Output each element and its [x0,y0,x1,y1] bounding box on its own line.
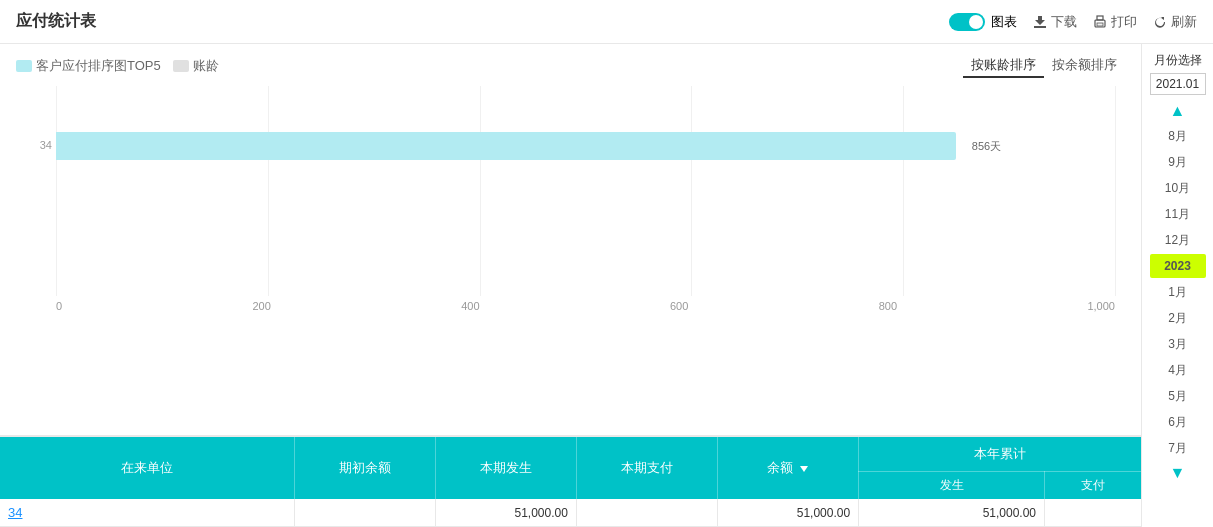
col-balance: 余额 [718,437,859,499]
x-label-1: 200 [253,300,271,312]
scroll-up-button[interactable]: ▲ [1168,101,1188,121]
sidebar-title: 月份选择 [1154,52,1202,69]
col-current-occur: 本期发生 [435,437,576,499]
col-current-pay: 本期支付 [576,437,717,499]
grid-line-0 [56,86,57,296]
bar-fill-0: 856天 [56,132,956,160]
download-label: 下载 [1051,13,1077,31]
month-item-6[interactable]: 6月 [1150,410,1206,434]
header-actions: 图表 下载 打印 刷新 [949,13,1197,31]
right-sidebar: 月份选择 ▲ 8月 9月 10月 11月 12月 2023 1月 2月 3月 4… [1141,44,1213,527]
toggle-thumb [969,15,983,29]
svg-marker-4 [800,466,808,472]
cell-balance: 51,000.00 [718,499,859,527]
refresh-button[interactable]: 刷新 [1153,13,1197,31]
y-label: 34 [40,139,52,151]
year-marker-2023: 2023 [1150,254,1206,278]
chart-legend: 客户应付排序图TOP5 账龄 [16,57,219,75]
header: 应付统计表 图表 下载 打印 刷新 [0,0,1213,44]
grid-line-3 [691,86,692,296]
legend-item-2: 账龄 [173,57,219,75]
grid-line-2 [480,86,481,296]
chart-inner: 856天 [56,86,1115,296]
refresh-icon [1153,15,1167,29]
bar-end-label-0: 856天 [972,139,1001,154]
page-title: 应付统计表 [16,11,96,32]
legend-color-1 [16,60,32,72]
cell-opening [294,499,435,527]
legend-label-1: 客户应付排序图TOP5 [36,57,161,75]
legend-item-1: 客户应付排序图TOP5 [16,57,161,75]
cell-unit: 34 [0,499,294,527]
x-label-4: 800 [879,300,897,312]
svg-rect-2 [1097,16,1103,20]
print-button[interactable]: 打印 [1093,13,1137,31]
col-ytd: 本年累计 [859,437,1141,472]
cell-ytd-pay [1045,499,1141,527]
content-area: 客户应付排序图TOP5 账龄 按账龄排序 按余额排序 [0,44,1213,527]
legend-color-2 [173,60,189,72]
month-item-11[interactable]: 11月 [1150,202,1206,226]
y-axis: 34 [16,86,56,296]
x-label-0: 0 [56,300,62,312]
toggle-track[interactable] [949,13,985,31]
col-opening: 期初余额 [294,437,435,499]
legend-label-2: 账龄 [193,57,219,75]
svg-rect-3 [1097,23,1103,26]
grid-line-4 [903,86,904,296]
svg-rect-0 [1034,26,1046,28]
x-axis: 0 200 400 600 800 1,000 [56,296,1115,326]
grid-line-1 [268,86,269,296]
left-panel: 客户应付排序图TOP5 账龄 按账龄排序 按余额排序 [0,44,1141,527]
download-icon [1033,15,1047,29]
chart-header: 客户应付排序图TOP5 账龄 按账龄排序 按余额排序 [16,54,1125,78]
download-button[interactable]: 下载 [1033,13,1077,31]
month-item-4[interactable]: 4月 [1150,358,1206,382]
unit-link[interactable]: 34 [8,505,22,520]
print-icon [1093,15,1107,29]
month-item-7[interactable]: 7月 [1150,436,1206,460]
sub-col-occur: 发生 [859,472,1045,500]
scroll-down-button[interactable]: ▼ [1168,463,1188,483]
cell-current-occur: 51,000.00 [435,499,576,527]
month-item-1[interactable]: 1月 [1150,280,1206,304]
sort-icon [799,464,809,474]
month-item-5[interactable]: 5月 [1150,384,1206,408]
sort-by-balance-button[interactable]: 按余额排序 [1044,54,1125,78]
chart-section: 客户应付排序图TOP5 账龄 按账龄排序 按余额排序 [0,44,1141,435]
col-unit: 在来单位 [0,437,294,499]
print-label: 打印 [1111,13,1137,31]
data-table: 在来单位 期初余额 本期发生 本期支付 余额 本年累计 发生 [0,437,1141,527]
chart-sort-buttons: 按账龄排序 按余额排序 [963,54,1125,78]
chart-toggle[interactable]: 图表 [949,13,1017,31]
table-section: 在来单位 期初余额 本期发生 本期支付 余额 本年累计 发生 [0,435,1141,527]
month-item-8[interactable]: 8月 [1150,124,1206,148]
table-row: 34 51,000.00 51,000.00 51,000.00 [0,499,1141,527]
bar-chart: 34 [16,86,1125,326]
cell-ytd-occur: 51,000.00 [859,499,1045,527]
sort-by-age-button[interactable]: 按账龄排序 [963,54,1044,78]
x-label-5: 1,000 [1087,300,1115,312]
month-item-2[interactable]: 2月 [1150,306,1206,330]
month-item-3[interactable]: 3月 [1150,332,1206,356]
bar-row-0: 856天 [56,132,1115,160]
year-input[interactable] [1150,73,1206,95]
grid-lines [56,86,1115,296]
x-label-3: 600 [670,300,688,312]
month-item-9[interactable]: 9月 [1150,150,1206,174]
grid-line-5 [1115,86,1116,296]
table-header-row: 在来单位 期初余额 本期发生 本期支付 余额 本年累计 [0,437,1141,472]
refresh-label: 刷新 [1171,13,1197,31]
sub-col-pay: 支付 [1045,472,1141,500]
cell-current-pay [576,499,717,527]
month-item-12[interactable]: 12月 [1150,228,1206,252]
x-label-2: 400 [461,300,479,312]
chart-toggle-label: 图表 [991,13,1017,31]
month-item-10[interactable]: 10月 [1150,176,1206,200]
